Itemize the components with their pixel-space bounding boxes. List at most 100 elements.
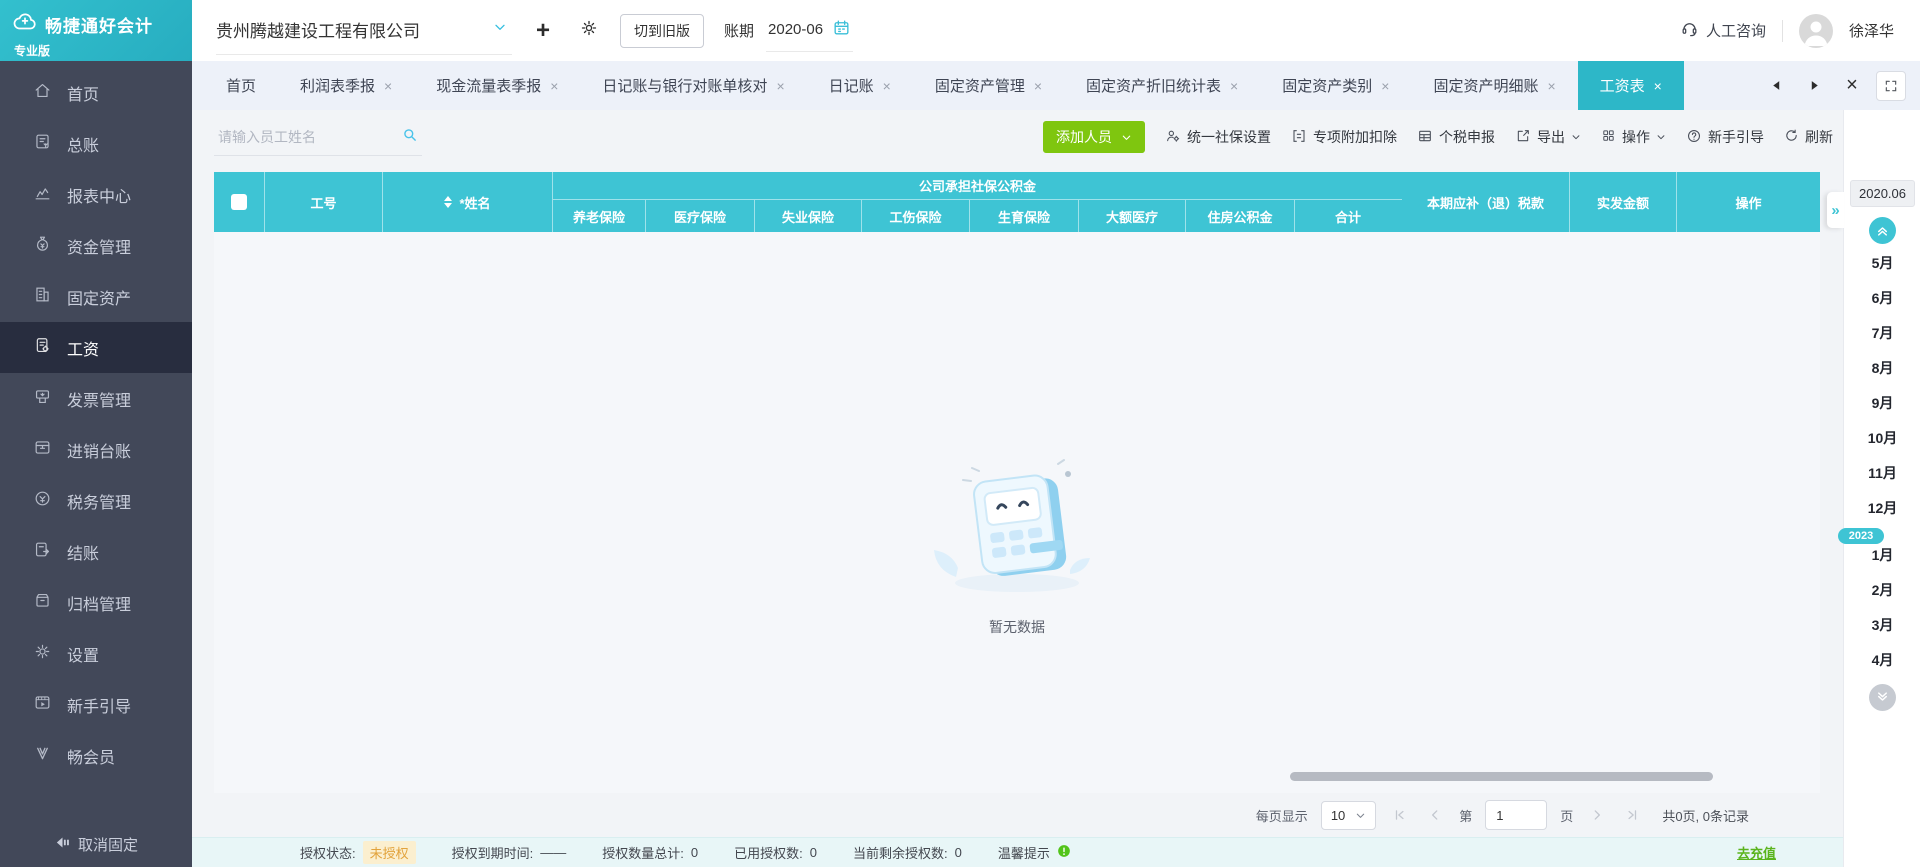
month-item[interactable]: 12月 bbox=[1850, 491, 1915, 526]
page-size-select[interactable]: 10 bbox=[1320, 800, 1377, 830]
sort-icon[interactable] bbox=[444, 196, 453, 208]
tab-journal-bank-check[interactable]: 日记账与银行对账单核对 × bbox=[580, 61, 806, 110]
support-button[interactable]: 人工咨询 bbox=[1680, 19, 1766, 42]
company-select[interactable]: 贵州腾越建设工程有限公司 bbox=[216, 7, 512, 55]
search-icon[interactable] bbox=[401, 126, 418, 148]
fullscreen-icon[interactable] bbox=[1876, 70, 1906, 101]
prev-page-button[interactable] bbox=[1424, 804, 1446, 826]
scroll-down-button[interactable] bbox=[1869, 684, 1896, 711]
search-input[interactable] bbox=[218, 128, 386, 145]
license-expiry: 授权到期时间: —— bbox=[451, 845, 567, 861]
tab-fixed-assets-mgmt[interactable]: 固定资产管理 × bbox=[913, 61, 1064, 110]
close-icon[interactable]: × bbox=[1547, 79, 1555, 93]
account-settings-button[interactable] bbox=[574, 16, 604, 46]
last-page-button[interactable] bbox=[1621, 804, 1643, 826]
close-icon[interactable]: × bbox=[1034, 79, 1042, 93]
add-company-button[interactable]: + bbox=[528, 16, 558, 46]
close-icon[interactable]: × bbox=[384, 79, 392, 93]
tab-payroll-table[interactable]: 工资表 × bbox=[1577, 61, 1684, 110]
avatar[interactable] bbox=[1798, 13, 1833, 48]
payroll-icon bbox=[33, 336, 52, 360]
social-insurance-settings-button[interactable]: 统一社保设置 bbox=[1165, 127, 1271, 147]
month-item[interactable]: 6月 bbox=[1850, 281, 1915, 316]
tab-cashflow-quarter[interactable]: 现金流量表季报 × bbox=[414, 61, 580, 110]
export-button[interactable]: 导出 bbox=[1515, 127, 1581, 147]
special-deduction-button[interactable]: 专项附加扣除 bbox=[1291, 127, 1397, 147]
month-item[interactable]: 5月 bbox=[1850, 246, 1915, 281]
column-name[interactable]: *姓名 bbox=[383, 172, 553, 232]
sidebar-item-report-center[interactable]: 报表中心 bbox=[0, 169, 192, 220]
tab-home[interactable]: 首页 bbox=[204, 61, 278, 110]
info-icon[interactable] bbox=[1057, 844, 1071, 861]
switch-old-version-button[interactable]: 切到旧版 bbox=[620, 13, 704, 48]
tab-scroll-right-button[interactable] bbox=[1800, 72, 1828, 100]
scroll-up-button[interactable] bbox=[1869, 217, 1896, 244]
tab-label: 日记账与银行对账单核对 bbox=[602, 78, 768, 95]
sidebar-item-fixed-assets[interactable]: 固定资产 bbox=[0, 271, 192, 322]
month-item[interactable]: 11月 bbox=[1850, 456, 1915, 491]
close-all-tabs-button[interactable]: × bbox=[1838, 72, 1866, 100]
tab-journal[interactable]: 日记账 × bbox=[807, 61, 913, 110]
tab-profit-quarter[interactable]: 利润表季报 × bbox=[278, 61, 414, 110]
close-icon[interactable]: × bbox=[776, 79, 784, 93]
first-page-button[interactable] bbox=[1389, 804, 1411, 826]
sidebar-item-funds[interactable]: 资金管理 bbox=[0, 220, 192, 271]
close-icon[interactable]: × bbox=[1381, 79, 1389, 93]
tab-asset-detail-ledger[interactable]: 固定资产明细账 × bbox=[1411, 61, 1577, 110]
close-icon[interactable]: × bbox=[1654, 79, 1662, 93]
month-item[interactable]: 9月 bbox=[1850, 386, 1915, 421]
month-item[interactable]: 8月 bbox=[1850, 351, 1915, 386]
column-work-injury[interactable]: 工伤保险 bbox=[862, 200, 970, 232]
close-icon[interactable]: × bbox=[1230, 79, 1238, 93]
close-icon[interactable]: × bbox=[883, 79, 891, 93]
newbie-guide-button[interactable]: 新手引导 bbox=[1686, 127, 1764, 147]
sidebar-item-guide[interactable]: 新手引导 bbox=[0, 679, 192, 730]
column-major-medical[interactable]: 大额医疗 bbox=[1079, 200, 1186, 232]
sidebar-item-membership[interactable]: 畅会员 bbox=[0, 730, 192, 781]
column-medical[interactable]: 医疗保险 bbox=[646, 200, 755, 232]
column-tax-due[interactable]: 本期应补（退）税款 bbox=[1402, 172, 1570, 232]
horizontal-scrollbar[interactable] bbox=[1290, 772, 1713, 781]
sidebar-item-invoices[interactable]: 发票管理 bbox=[0, 373, 192, 424]
refresh-button[interactable]: 刷新 bbox=[1784, 127, 1833, 147]
column-maternity[interactable]: 生育保险 bbox=[970, 200, 1079, 232]
column-housing-fund[interactable]: 住房公积金 bbox=[1186, 200, 1295, 232]
month-item[interactable]: 7月 bbox=[1850, 316, 1915, 351]
sidebar-item-tax[interactable]: 税务管理 bbox=[0, 475, 192, 526]
action-label: 个税申报 bbox=[1439, 129, 1495, 145]
month-item[interactable]: 3月 bbox=[1850, 608, 1915, 643]
close-icon[interactable]: × bbox=[550, 79, 558, 93]
month-item[interactable]: 4月 bbox=[1850, 643, 1915, 678]
column-actions[interactable]: 操作 bbox=[1677, 172, 1820, 232]
sidebar-item-payroll[interactable]: 工资 bbox=[0, 322, 192, 373]
sidebar-item-label: 归档管理 bbox=[67, 596, 132, 614]
sidebar-item-closing[interactable]: 结账 bbox=[0, 526, 192, 577]
sidebar-item-archive[interactable]: 归档管理 bbox=[0, 577, 192, 628]
period-picker[interactable]: 2020-06 bbox=[766, 10, 854, 52]
unpin-sidebar-button[interactable]: 取消固定 bbox=[0, 821, 192, 867]
month-item[interactable]: 2月 bbox=[1850, 573, 1915, 608]
tab-asset-categories[interactable]: 固定资产类别 × bbox=[1260, 61, 1411, 110]
add-employee-button[interactable]: 添加人员 bbox=[1043, 121, 1145, 153]
export-icon bbox=[1515, 128, 1531, 147]
recharge-link[interactable]: 去充值 bbox=[1737, 843, 1776, 862]
period-panel: 2020.06 5月 6月 7月 8月 9月 10月 11月 12月 2023 … bbox=[1838, 180, 1915, 713]
column-net-pay[interactable]: 实发金额 bbox=[1570, 172, 1677, 232]
tax-filing-button[interactable]: 个税申报 bbox=[1417, 127, 1495, 147]
select-all-checkbox[interactable] bbox=[231, 194, 247, 210]
sidebar-item-settings[interactable]: 设置 bbox=[0, 628, 192, 679]
month-item[interactable]: 10月 bbox=[1850, 421, 1915, 456]
collapse-panel-toggle[interactable]: » bbox=[1827, 192, 1844, 228]
sidebar-item-general-ledger[interactable]: 总账 bbox=[0, 118, 192, 169]
tab-depreciation-stats[interactable]: 固定资产折旧统计表 × bbox=[1064, 61, 1260, 110]
sidebar-item-purchase-sales[interactable]: 进销台账 bbox=[0, 424, 192, 475]
column-pension[interactable]: 养老保险 bbox=[553, 200, 646, 232]
operations-button[interactable]: 操作 bbox=[1601, 127, 1666, 147]
column-employee-id[interactable]: 工号 bbox=[265, 172, 383, 232]
column-subtotal[interactable]: 合计 bbox=[1295, 200, 1401, 232]
next-page-button[interactable] bbox=[1586, 804, 1608, 826]
page-number-input[interactable] bbox=[1485, 800, 1548, 830]
column-unemployment[interactable]: 失业保险 bbox=[755, 200, 862, 232]
tab-scroll-left-button[interactable] bbox=[1762, 72, 1790, 100]
sidebar-item-home[interactable]: 首页 bbox=[0, 67, 192, 118]
